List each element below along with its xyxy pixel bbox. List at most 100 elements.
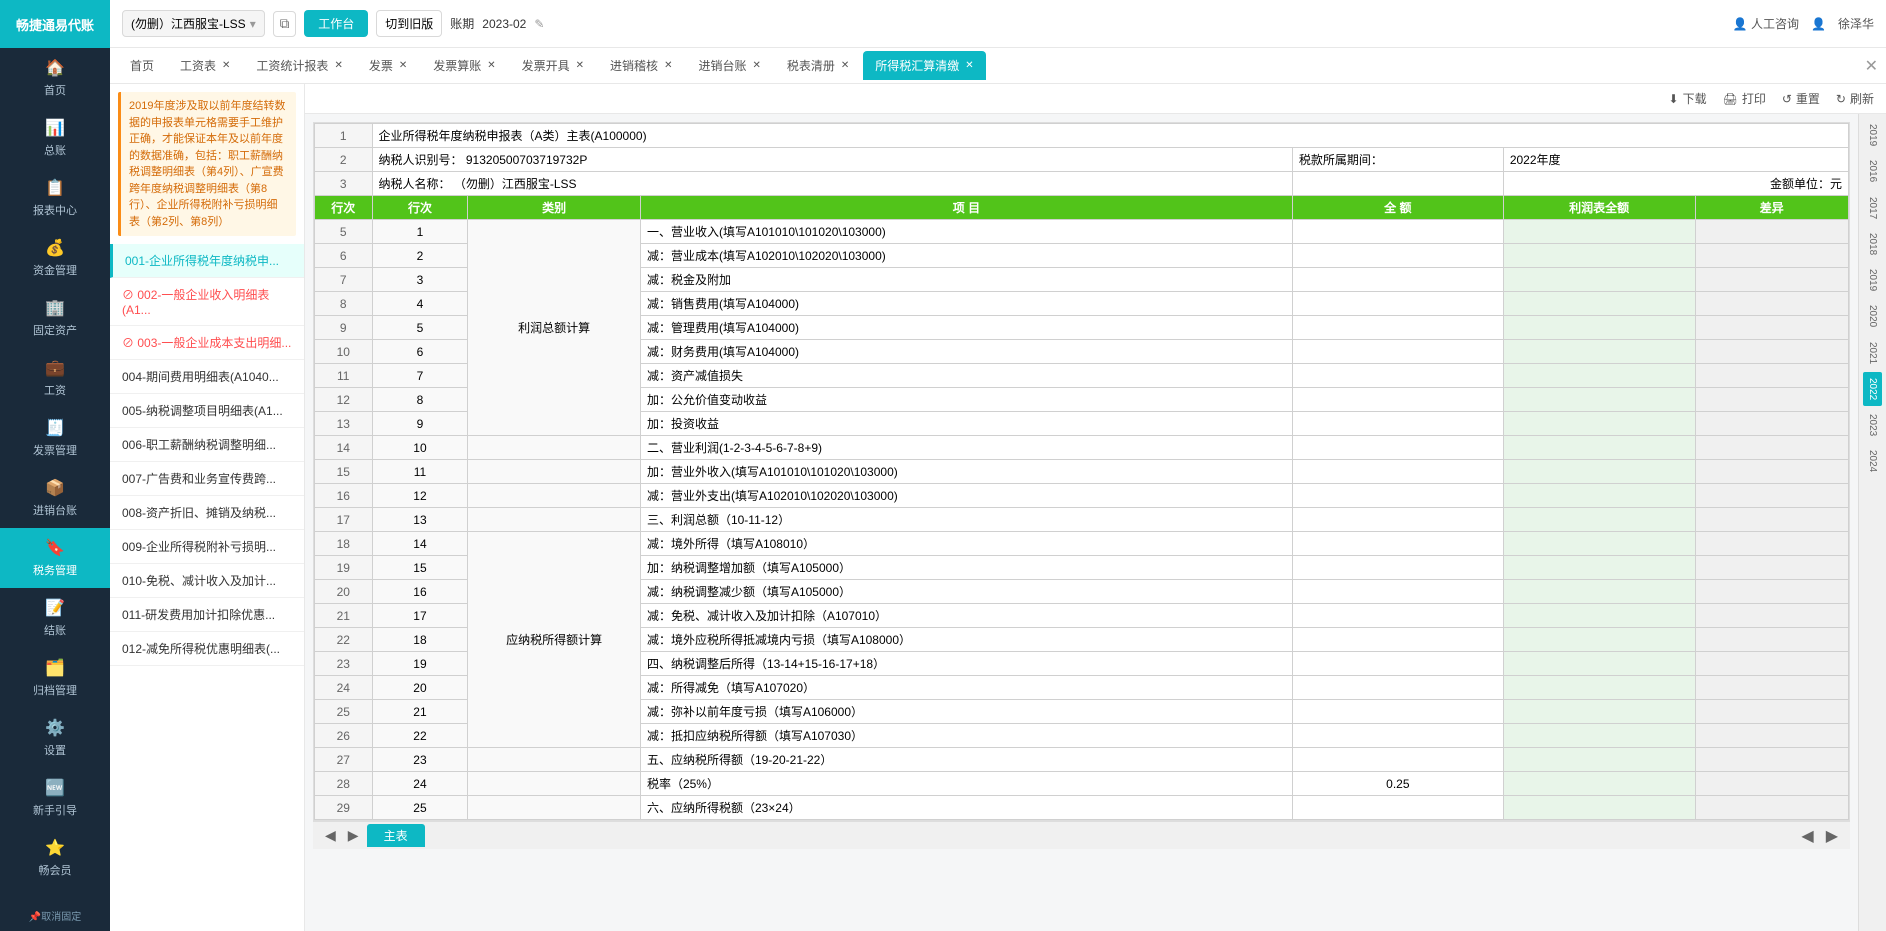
- col-d[interactable]: [1292, 292, 1503, 316]
- sheet-page-prev-icon[interactable]: ◀: [1797, 826, 1817, 846]
- col-f[interactable]: [1695, 460, 1848, 484]
- col-f[interactable]: [1695, 316, 1848, 340]
- year-item-2017[interactable]: 2017: [1863, 191, 1882, 225]
- col-e[interactable]: [1503, 748, 1695, 772]
- col-f[interactable]: [1695, 628, 1848, 652]
- col-e[interactable]: [1503, 796, 1695, 820]
- col-c[interactable]: 减：抵扣应纳税所得额（填写A107030）: [640, 724, 1292, 748]
- sidebar-item-settings[interactable]: ⚙️ 设置: [0, 708, 110, 768]
- col-d[interactable]: 0.25: [1292, 772, 1503, 796]
- col-c[interactable]: 减：资产减值损失: [640, 364, 1292, 388]
- col-c[interactable]: 减：境外所得（填写A108010）: [640, 532, 1292, 556]
- col-e[interactable]: [1503, 460, 1695, 484]
- tab-purchase-ledger[interactable]: 进销台账 ✕: [686, 51, 772, 80]
- tab-salary[interactable]: 工资表 ✕: [168, 51, 242, 80]
- tab-invoice-open[interactable]: 发票开具 ✕: [510, 51, 596, 80]
- close-icon[interactable]: ✕: [576, 60, 584, 71]
- col-e[interactable]: [1503, 292, 1695, 316]
- col-c[interactable]: 四、纳税调整后所得（13-14+15-16-17+18）: [640, 652, 1292, 676]
- col-d[interactable]: [1292, 484, 1503, 508]
- close-icon[interactable]: ✕: [752, 60, 760, 71]
- tab-home[interactable]: 首页: [118, 51, 166, 80]
- col-e[interactable]: [1503, 220, 1695, 244]
- year-item-2022[interactable]: 2022: [1863, 372, 1882, 406]
- col-c[interactable]: 减：销售费用(填写A104000): [640, 292, 1292, 316]
- col-e[interactable]: [1503, 316, 1695, 340]
- col-a[interactable]: 3: [372, 268, 468, 292]
- col-a[interactable]: 11: [372, 460, 468, 484]
- col-e[interactable]: [1503, 700, 1695, 724]
- col-a[interactable]: 9: [372, 412, 468, 436]
- col-a[interactable]: 10: [372, 436, 468, 460]
- col-f[interactable]: [1695, 436, 1848, 460]
- col-f[interactable]: [1695, 556, 1848, 580]
- col-f[interactable]: [1695, 724, 1848, 748]
- sidebar-item-assets[interactable]: 🏢 固定资产: [0, 288, 110, 348]
- sidebar-item-capital[interactable]: 💰 资金管理: [0, 228, 110, 288]
- col-c[interactable]: 减：弥补以前年度亏损（填写A106000）: [640, 700, 1292, 724]
- col-a[interactable]: 16: [372, 580, 468, 604]
- close-icon[interactable]: ✕: [965, 60, 973, 71]
- col-a[interactable]: 1: [372, 220, 468, 244]
- print-button[interactable]: 🖨 打印: [1723, 90, 1766, 107]
- year-item-2021[interactable]: 2021: [1863, 336, 1882, 370]
- col-c[interactable]: 二、营业利润(1-2-3-4-5-6-7-8+9): [640, 436, 1292, 460]
- col-d[interactable]: [1292, 316, 1503, 340]
- col-f[interactable]: [1695, 244, 1848, 268]
- close-icon[interactable]: ✕: [841, 60, 849, 71]
- sheet-nav-next[interactable]: ▶: [344, 827, 363, 844]
- col-c[interactable]: 三、利润总额（10-11-12）: [640, 508, 1292, 532]
- col-a[interactable]: 24: [372, 772, 468, 796]
- close-icon[interactable]: ✕: [399, 60, 407, 71]
- col-c[interactable]: 加：公允价值变动收益: [640, 388, 1292, 412]
- col-a[interactable]: 25: [372, 796, 468, 820]
- menu-item-007[interactable]: 007-广告费和业务宣传费跨...: [110, 462, 304, 496]
- menu-item-012[interactable]: 012-减免所得税优惠明细表(...: [110, 632, 304, 666]
- col-a[interactable]: 13: [372, 508, 468, 532]
- col-f[interactable]: [1695, 484, 1848, 508]
- col-e[interactable]: [1503, 556, 1695, 580]
- col-d[interactable]: [1292, 412, 1503, 436]
- col-c[interactable]: 减：免税、减计收入及加计扣除（A107010）: [640, 604, 1292, 628]
- col-f[interactable]: [1695, 748, 1848, 772]
- sidebar-item-member[interactable]: ⭐ 畅会员: [0, 828, 110, 888]
- col-d[interactable]: [1292, 340, 1503, 364]
- col-e[interactable]: [1503, 508, 1695, 532]
- menu-item-003[interactable]: 003-一般企业成本支出明细...: [110, 326, 304, 360]
- col-a[interactable]: 15: [372, 556, 468, 580]
- tab-invoice-calc[interactable]: 发票算账 ✕: [421, 51, 507, 80]
- col-e[interactable]: [1503, 244, 1695, 268]
- col-c[interactable]: 一、营业收入(填写A101010\101020\103000): [640, 220, 1292, 244]
- col-a[interactable]: 5: [372, 316, 468, 340]
- menu-item-008[interactable]: 008-资产折旧、摊销及纳税...: [110, 496, 304, 530]
- col-a[interactable]: 17: [372, 604, 468, 628]
- col-a[interactable]: 22: [372, 724, 468, 748]
- sidebar-item-guide[interactable]: 🆕 新手引导: [0, 768, 110, 828]
- col-c[interactable]: 六、应纳所得税额（23×24）: [640, 796, 1292, 820]
- menu-item-006[interactable]: 006-职工薪酬纳税调整明细...: [110, 428, 304, 462]
- col-f[interactable]: [1695, 364, 1848, 388]
- col-e[interactable]: [1503, 604, 1695, 628]
- col-e[interactable]: [1503, 412, 1695, 436]
- col-c[interactable]: 税率（25%）: [640, 772, 1292, 796]
- close-icon[interactable]: ✕: [334, 60, 342, 71]
- col-a[interactable]: 19: [372, 652, 468, 676]
- year-item-2018[interactable]: 2018: [1863, 227, 1882, 261]
- col-d[interactable]: [1292, 268, 1503, 292]
- col-d[interactable]: [1292, 220, 1503, 244]
- refresh-button[interactable]: ↻ 刷新: [1836, 90, 1874, 107]
- close-icon[interactable]: ✕: [664, 60, 672, 71]
- col-f[interactable]: [1695, 796, 1848, 820]
- copy-button[interactable]: ⧉: [273, 11, 297, 37]
- sidebar-pin-toggle[interactable]: 📌取消固定: [0, 900, 110, 931]
- col-f[interactable]: [1695, 340, 1848, 364]
- col-a[interactable]: 2: [372, 244, 468, 268]
- col-d[interactable]: [1292, 460, 1503, 484]
- sidebar-item-ledger[interactable]: 📊 总账: [0, 108, 110, 168]
- menu-item-005[interactable]: 005-纳税调整项目明细表(A1...: [110, 394, 304, 428]
- col-c[interactable]: 减：所得减免（填写A107020）: [640, 676, 1292, 700]
- col-a[interactable]: 12: [372, 484, 468, 508]
- switch-button[interactable]: 切到旧版: [376, 10, 442, 37]
- sidebar-item-archive[interactable]: 🗂️ 归档管理: [0, 648, 110, 708]
- sheet-tab-main[interactable]: 主表: [367, 824, 425, 847]
